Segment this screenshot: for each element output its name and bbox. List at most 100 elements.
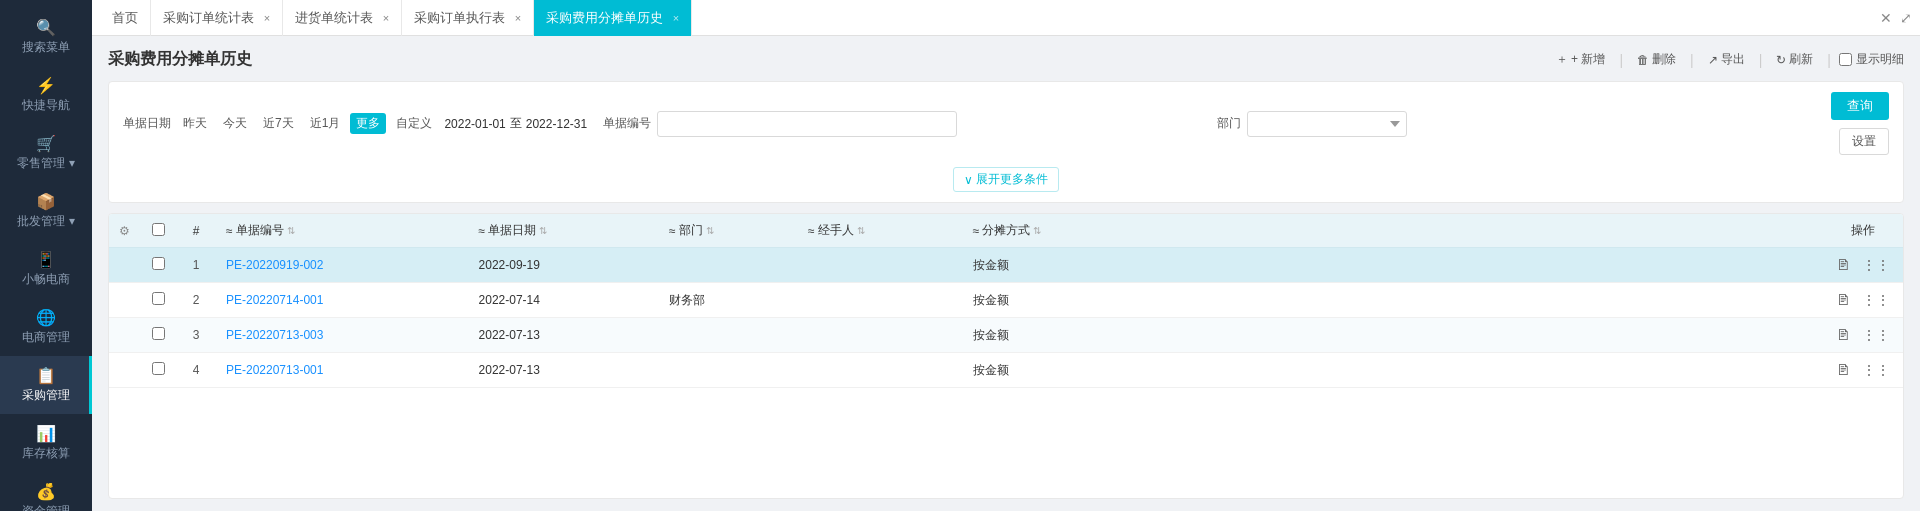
- row3-checkbox[interactable]: [152, 327, 165, 340]
- separator-1: |: [1619, 52, 1623, 68]
- sidebar-item-purchase[interactable]: 📋 采购管理: [0, 356, 92, 414]
- row1-more-icon[interactable]: ⋮⋮: [1860, 255, 1892, 275]
- expand-conditions-btn[interactable]: ∨ 展开更多条件: [953, 167, 1059, 192]
- date-filter-label: 单据日期: [123, 115, 171, 132]
- row3-more-icon[interactable]: ⋮⋮: [1860, 325, 1892, 345]
- row3-dept: [659, 318, 798, 353]
- sort-icon-handler: ⇅: [857, 225, 865, 236]
- row4-date: 2022-07-13: [469, 353, 660, 388]
- sidebar-item-finance[interactable]: 💰 资金管理: [0, 472, 92, 511]
- sort-date[interactable]: ≈ 单据日期 ⇅: [479, 222, 548, 239]
- col-split-method[interactable]: ≈ 分摊方式 ⇅: [963, 214, 1823, 248]
- settings-button[interactable]: 设置: [1839, 128, 1889, 155]
- row1-split-method: 按金额: [963, 248, 1823, 283]
- row4-more-icon[interactable]: ⋮⋮: [1860, 360, 1892, 380]
- refresh-button[interactable]: ↻ 刷新: [1770, 48, 1819, 71]
- row3-num: 3: [176, 318, 216, 353]
- tab-close-purchase-order-exec[interactable]: ×: [515, 12, 521, 24]
- row1-checkbox[interactable]: [152, 257, 165, 270]
- col-dept[interactable]: ≈ 部门 ⇅: [659, 214, 798, 248]
- row2-dept: 财务部: [659, 283, 798, 318]
- separator-2: |: [1690, 52, 1694, 68]
- row4-order-no: PE-20220713-001: [216, 353, 469, 388]
- page-header: 采购费用分摊单历史 ＋ + 新增 | 🗑 删除 | ↗ 导出 | ↻: [108, 48, 1904, 71]
- row2-checkbox[interactable]: [152, 292, 165, 305]
- table-header-row: ⚙ # ≈ 单据编号 ⇅: [109, 214, 1903, 248]
- col-date[interactable]: ≈ 单据日期 ⇅: [469, 214, 660, 248]
- inventory-icon: 📊: [0, 424, 92, 443]
- table-row: 3 PE-20220713-003 2022-07-13 按金额 🖹 ⋮⋮: [109, 318, 1903, 353]
- row3-check[interactable]: [140, 318, 176, 353]
- row2-view-icon[interactable]: 🖹: [1834, 290, 1852, 310]
- date-btn-yesterday[interactable]: 昨天: [177, 113, 213, 134]
- row3-order-no-link[interactable]: PE-20220713-003: [226, 328, 323, 342]
- row3-order-no: PE-20220713-003: [216, 318, 469, 353]
- row4-view-icon[interactable]: 🖹: [1834, 360, 1852, 380]
- maximize-icon[interactable]: ⤢: [1900, 10, 1912, 26]
- tab-purchase-order-exec[interactable]: 采购订单执行表 ×: [402, 0, 534, 36]
- tab-close-purchase-order-stats[interactable]: ×: [264, 12, 270, 24]
- date-btn-today[interactable]: 今天: [217, 113, 253, 134]
- row2-settings: [109, 283, 140, 318]
- filter-buttons: 查询 设置: [1831, 92, 1889, 155]
- col-settings[interactable]: ⚙: [109, 214, 140, 248]
- col-num: #: [176, 214, 216, 248]
- show-detail-check[interactable]: [1839, 53, 1852, 66]
- date-btn-7days[interactable]: 近7天: [257, 113, 300, 134]
- sidebar-item-quicknav[interactable]: ⚡ 快捷导航: [0, 66, 92, 124]
- row4-check[interactable]: [140, 353, 176, 388]
- row4-checkbox[interactable]: [152, 362, 165, 375]
- order-no-input[interactable]: [657, 111, 957, 137]
- sort-dept[interactable]: ≈ 部门 ⇅: [669, 222, 714, 239]
- sort-split-method[interactable]: ≈ 分摊方式 ⇅: [973, 222, 1042, 239]
- col-order-no[interactable]: ≈ 单据编号 ⇅: [216, 214, 469, 248]
- export-button[interactable]: ↗ 导出: [1702, 48, 1751, 71]
- row3-view-icon[interactable]: 🖹: [1834, 325, 1852, 345]
- sort-order-no[interactable]: ≈ 单据编号 ⇅: [226, 222, 295, 239]
- date-btn-more[interactable]: 更多: [350, 113, 386, 134]
- date-quick-btns: 昨天 今天 近7天 近1月 更多 自定义: [177, 113, 438, 134]
- row1-order-no: PE-20220919-002: [216, 248, 469, 283]
- show-detail-checkbox[interactable]: 显示明细: [1839, 51, 1904, 68]
- row1-view-icon[interactable]: 🖹: [1834, 255, 1852, 275]
- tab-stock-stats[interactable]: 进货单统计表 ×: [283, 0, 402, 36]
- row2-order-no-link[interactable]: PE-20220714-001: [226, 293, 323, 307]
- sidebar-item-ecommerce[interactable]: 🌐 电商管理: [0, 298, 92, 356]
- row1-check[interactable]: [140, 248, 176, 283]
- delete-icon: 🗑: [1637, 53, 1649, 67]
- wholesale-icon: 📦: [0, 192, 92, 211]
- row4-handler: [798, 353, 963, 388]
- tab-close-purchase-expense-history[interactable]: ×: [673, 12, 679, 24]
- sort-icon-date: ⇅: [539, 225, 547, 236]
- date-btn-1month[interactable]: 近1月: [304, 113, 347, 134]
- sidebar-item-inventory[interactable]: 📊 库存核算: [0, 414, 92, 472]
- tab-purchase-expense-history[interactable]: 采购费用分摊单历史 ×: [534, 0, 692, 36]
- dept-select[interactable]: 财务部: [1247, 111, 1407, 137]
- tab-home[interactable]: 首页: [100, 0, 151, 36]
- sidebar-item-search[interactable]: 🔍 搜索菜单: [0, 8, 92, 66]
- sort-handler[interactable]: ≈ 经手人 ⇅: [808, 222, 865, 239]
- add-button[interactable]: ＋ + 新增: [1550, 48, 1611, 71]
- query-button[interactable]: 查询: [1831, 92, 1889, 120]
- row3-action: 🖹 ⋮⋮: [1823, 318, 1903, 353]
- table-row: 4 PE-20220713-001 2022-07-13 按金额 🖹 ⋮⋮: [109, 353, 1903, 388]
- sidebar-item-wholesale[interactable]: 📦 批发管理 ▾: [0, 182, 92, 240]
- date-btn-custom[interactable]: 自定义: [390, 113, 438, 134]
- tab-close-stock-stats[interactable]: ×: [383, 12, 389, 24]
- sidebar-item-retail[interactable]: 🛒 零售管理 ▾: [0, 124, 92, 182]
- row2-check[interactable]: [140, 283, 176, 318]
- delete-button[interactable]: 🗑 删除: [1631, 48, 1682, 71]
- select-all-checkbox[interactable]: [152, 223, 165, 236]
- row2-more-icon[interactable]: ⋮⋮: [1860, 290, 1892, 310]
- sidebar-item-miniapp[interactable]: 📱 小畅电商: [0, 240, 92, 298]
- row1-order-no-link[interactable]: PE-20220919-002: [226, 258, 323, 272]
- row1-num: 1: [176, 248, 216, 283]
- filter-row: 单据日期 昨天 今天 近7天 近1月 更多 自定义 2022-01-01 至 2…: [123, 92, 1889, 155]
- col-handler[interactable]: ≈ 经手人 ⇅: [798, 214, 963, 248]
- tab-purchase-order-stats[interactable]: 采购订单统计表 ×: [151, 0, 283, 36]
- data-table-wrapper: ⚙ # ≈ 单据编号 ⇅: [108, 213, 1904, 499]
- row1-date: 2022-09-19: [469, 248, 660, 283]
- close-window-icon[interactable]: ✕: [1880, 10, 1892, 26]
- row4-order-no-link[interactable]: PE-20220713-001: [226, 363, 323, 377]
- row3-handler: [798, 318, 963, 353]
